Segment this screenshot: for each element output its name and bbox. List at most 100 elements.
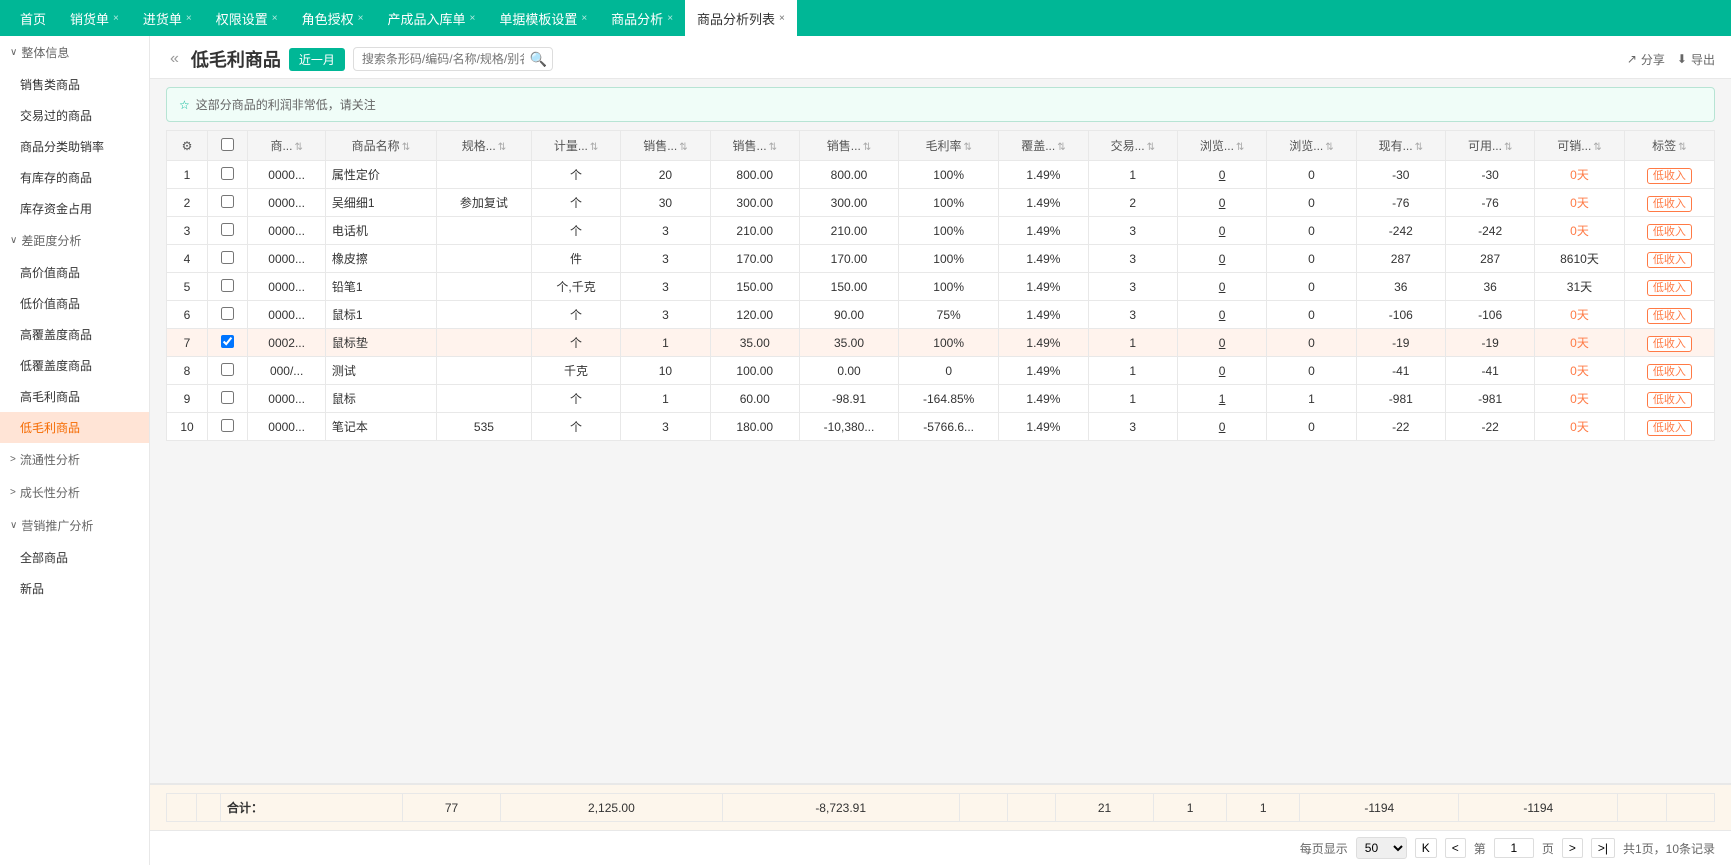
- search-input[interactable]: [353, 47, 553, 71]
- col-available[interactable]: 可用...⇅: [1445, 131, 1534, 161]
- row-checkbox[interactable]: [208, 385, 248, 413]
- row-select-checkbox[interactable]: [221, 363, 234, 376]
- sidebar-group-gap-analysis[interactable]: ∨ 差距度分析: [0, 224, 149, 257]
- pagination-last-btn[interactable]: >|: [1591, 838, 1615, 858]
- sidebar-item-high-value[interactable]: 高价值商品: [0, 257, 149, 288]
- sidebar-item-low-margin[interactable]: 低毛利商品: [0, 412, 149, 443]
- sidebar-group-marketing[interactable]: ∨ 营销推广分析: [0, 509, 149, 542]
- row-select-checkbox[interactable]: [221, 391, 234, 404]
- filter-recent-month-btn[interactable]: 近一月: [289, 48, 345, 71]
- row-select-checkbox[interactable]: [221, 279, 234, 292]
- col-view2[interactable]: 浏览...⇅: [1267, 131, 1356, 161]
- row-view1[interactable]: 0: [1177, 245, 1266, 273]
- row-view1[interactable]: 0: [1177, 413, 1266, 441]
- sidebar-group-overall[interactable]: ∨ 整体信息: [0, 36, 149, 69]
- sidebar-collapse-btn[interactable]: «: [166, 46, 183, 72]
- nav-product-analysis[interactable]: 商品分析 ×: [599, 0, 685, 36]
- nav-role-auth[interactable]: 角色授权 ×: [290, 0, 376, 36]
- sidebar-item-low-coverage[interactable]: 低覆盖度商品: [0, 350, 149, 381]
- row-view1[interactable]: 0: [1177, 301, 1266, 329]
- sidebar-item-low-value[interactable]: 低价值商品: [0, 288, 149, 319]
- close-icon[interactable]: ×: [186, 13, 192, 24]
- col-settings[interactable]: ⚙: [167, 131, 208, 161]
- row-view1[interactable]: 0: [1177, 329, 1266, 357]
- row-checkbox[interactable]: [208, 189, 248, 217]
- nav-product-inbound[interactable]: 产成品入库单 ×: [375, 0, 487, 36]
- row-view1[interactable]: 0: [1177, 189, 1266, 217]
- close-icon[interactable]: ×: [581, 13, 587, 24]
- sidebar-item-stock-capital[interactable]: 库存资金占用: [0, 193, 149, 224]
- row-select-checkbox[interactable]: [221, 167, 234, 180]
- col-view1[interactable]: 浏览...⇅: [1177, 131, 1266, 161]
- col-current-stock[interactable]: 现有...⇅: [1356, 131, 1445, 161]
- table-container[interactable]: ⚙ 商...⇅ 商品名称⇅ 规格...⇅ 计量...⇅ 销售...⇅ 销售...…: [150, 130, 1731, 783]
- col-tag[interactable]: 标签⇅: [1624, 131, 1714, 161]
- pagination-next-btn[interactable]: >: [1562, 838, 1583, 858]
- close-icon[interactable]: ×: [272, 13, 278, 24]
- col-name[interactable]: 商品名称⇅: [325, 131, 436, 161]
- close-icon[interactable]: ×: [113, 13, 119, 24]
- col-sales-profit[interactable]: 销售...⇅: [799, 131, 898, 161]
- col-spec[interactable]: 规格...⇅: [436, 131, 531, 161]
- row-tag: 低收入: [1624, 273, 1714, 301]
- sidebar-item-category-rate[interactable]: 商品分类助销率: [0, 131, 149, 162]
- close-icon[interactable]: ×: [667, 13, 673, 24]
- row-select-checkbox[interactable]: [221, 251, 234, 264]
- pagination-prev-btn[interactable]: <: [1445, 838, 1466, 858]
- nav-home[interactable]: 首页: [8, 0, 58, 36]
- row-checkbox[interactable]: [208, 161, 248, 189]
- sidebar-item-new-products[interactable]: 新品: [0, 573, 149, 604]
- nav-permission-settings[interactable]: 权限设置 ×: [204, 0, 290, 36]
- row-view1[interactable]: 0: [1177, 357, 1266, 385]
- sidebar-item-all-products[interactable]: 全部商品: [0, 542, 149, 573]
- pagination-first-btn[interactable]: K: [1415, 838, 1437, 858]
- row-checkbox[interactable]: [208, 217, 248, 245]
- row-select-checkbox[interactable]: [221, 223, 234, 236]
- col-coverage[interactable]: 覆盖...⇅: [999, 131, 1088, 161]
- nav-product-analysis-list[interactable]: 商品分析列表 ×: [685, 0, 797, 36]
- row-view1[interactable]: 0: [1177, 273, 1266, 301]
- col-sales-price[interactable]: 销售...⇅: [710, 131, 799, 161]
- row-checkbox[interactable]: [208, 273, 248, 301]
- row-checkbox[interactable]: [208, 357, 248, 385]
- close-icon[interactable]: ×: [358, 13, 364, 24]
- export-button[interactable]: ⬇ 导出: [1677, 51, 1715, 68]
- col-gross-margin[interactable]: 毛利率⇅: [899, 131, 999, 161]
- col-checkbox[interactable]: [208, 131, 248, 161]
- row-view1[interactable]: 1: [1177, 385, 1266, 413]
- row-select-checkbox[interactable]: [221, 307, 234, 320]
- share-button[interactable]: ↗ 分享: [1627, 51, 1665, 68]
- nav-template-settings[interactable]: 单据模板设置 ×: [487, 0, 599, 36]
- col-sales-qty[interactable]: 销售...⇅: [621, 131, 710, 161]
- close-icon[interactable]: ×: [469, 13, 475, 24]
- sidebar-group-growth[interactable]: > 成长性分析: [0, 476, 149, 509]
- sidebar-item-high-coverage[interactable]: 高覆盖度商品: [0, 319, 149, 350]
- col-saleable[interactable]: 可销...⇅: [1535, 131, 1624, 161]
- row-select-checkbox[interactable]: [221, 335, 234, 348]
- row-select-checkbox[interactable]: [221, 195, 234, 208]
- page-size-select[interactable]: 50 100 200: [1356, 837, 1407, 859]
- nav-sales-order[interactable]: 销货单 ×: [58, 0, 131, 36]
- sidebar-item-high-margin[interactable]: 高毛利商品: [0, 381, 149, 412]
- sidebar-item-traded-products[interactable]: 交易过的商品: [0, 100, 149, 131]
- row-checkbox[interactable]: [208, 413, 248, 441]
- col-code[interactable]: 商...⇅: [248, 131, 325, 161]
- sidebar-item-stocked-products[interactable]: 有库存的商品: [0, 162, 149, 193]
- sidebar-group-liquidity[interactable]: > 流通性分析: [0, 443, 149, 476]
- row-checkbox[interactable]: [208, 245, 248, 273]
- table-row: 9 0000... 鼠标 个 1 60.00 -98.91 -164.85% 1…: [167, 385, 1715, 413]
- row-view1[interactable]: 0: [1177, 217, 1266, 245]
- nav-purchase-order[interactable]: 进货单 ×: [131, 0, 204, 36]
- sidebar-item-sales-products[interactable]: 销售类商品: [0, 69, 149, 100]
- row-available: -41: [1445, 357, 1534, 385]
- row-view1[interactable]: 0: [1177, 161, 1266, 189]
- col-unit[interactable]: 计量...⇅: [531, 131, 620, 161]
- close-icon[interactable]: ×: [779, 13, 785, 24]
- row-select-checkbox[interactable]: [221, 419, 234, 432]
- row-checkbox[interactable]: [208, 329, 248, 357]
- page-number-input[interactable]: [1494, 838, 1534, 858]
- col-transaction[interactable]: 交易...⇅: [1088, 131, 1177, 161]
- row-checkbox[interactable]: [208, 301, 248, 329]
- search-icon[interactable]: 🔍: [529, 51, 546, 68]
- select-all-checkbox[interactable]: [221, 138, 234, 151]
